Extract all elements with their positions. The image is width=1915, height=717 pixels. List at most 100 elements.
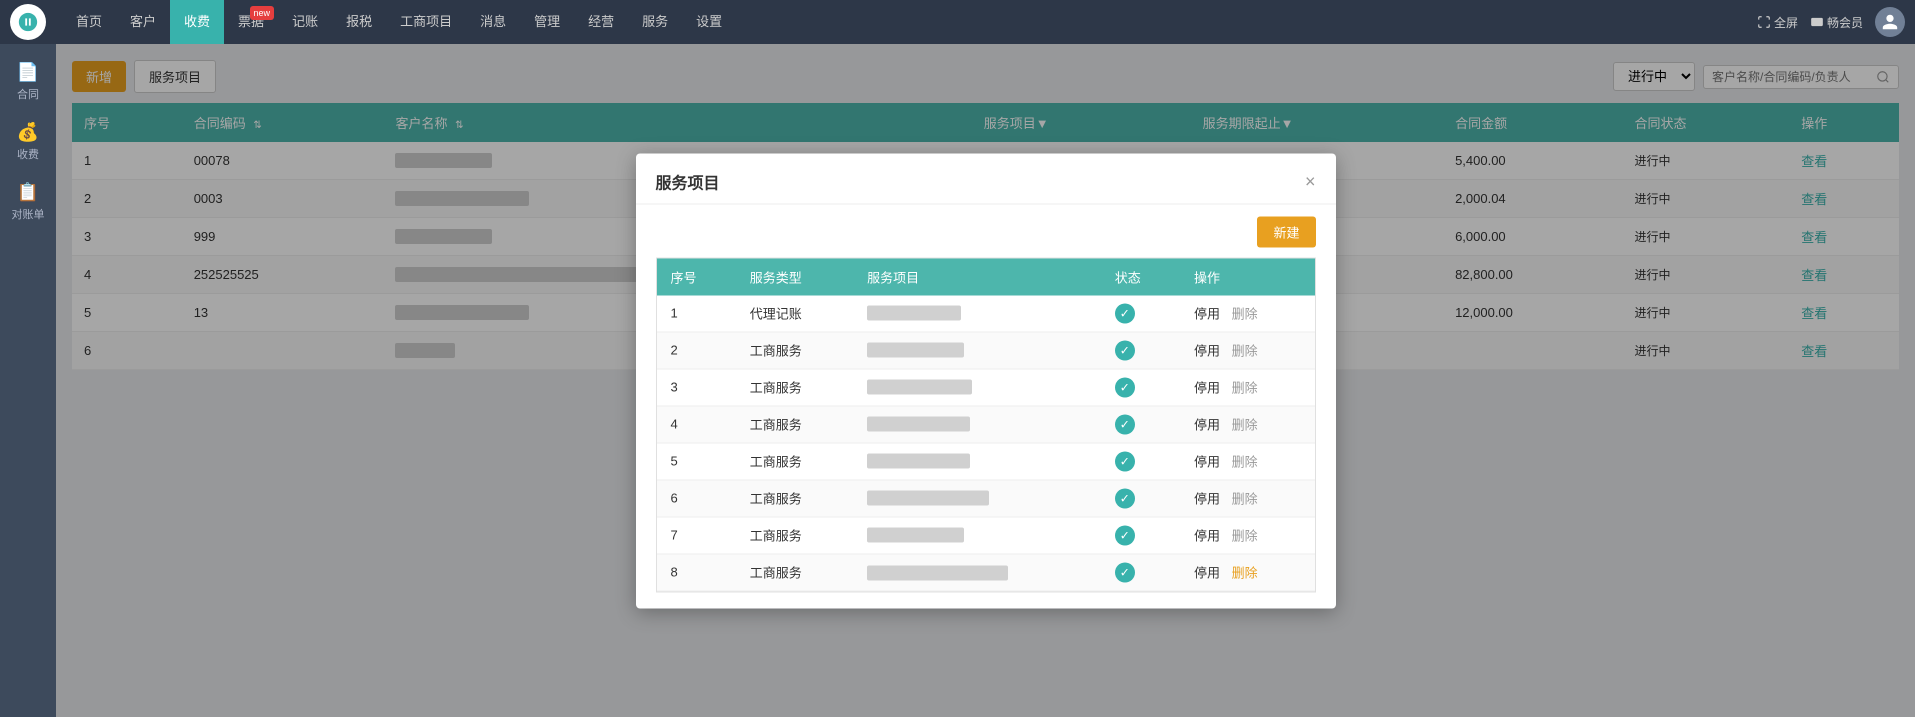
nav-settings[interactable]: 设置 — [682, 0, 736, 44]
status-active-icon: ✓ — [1115, 414, 1135, 434]
modal-cell-status: ✓ — [1101, 369, 1180, 406]
fullscreen-btn[interactable]: 全屏 — [1757, 14, 1798, 31]
delete-action-button[interactable]: 删除 — [1232, 529, 1258, 544]
sidebar-item-contract[interactable]: 📄 合同 — [3, 54, 53, 110]
stop-action-button[interactable]: 停用 — [1194, 418, 1220, 433]
stop-action-button[interactable]: 停用 — [1194, 492, 1220, 507]
modal-cell-seq: 7 — [657, 517, 736, 554]
modal-cell-type: 工商服务 — [736, 369, 853, 406]
delete-action-button[interactable]: 删除 — [1232, 307, 1258, 322]
status-active-icon: ✓ — [1115, 525, 1135, 545]
nav-tax[interactable]: 报税 — [332, 0, 386, 44]
modal-cell-type: 工商服务 — [736, 406, 853, 443]
modal-col-status: 状态 — [1101, 258, 1180, 295]
list-item: 8 工商服务 ████注册 ✓ 停用 删除 — [657, 554, 1315, 591]
delete-action-button[interactable]: 删除 — [1232, 418, 1258, 433]
status-active-icon: ✓ — [1115, 562, 1135, 582]
modal-table-wrap: 序号 服务类型 服务项目 状态 操作 1 代理记账 ████1 ✓ 停用 — [656, 257, 1316, 592]
user-avatar[interactable] — [1875, 7, 1905, 37]
stop-action-button[interactable]: 停用 — [1194, 529, 1220, 544]
modal-cell-item: ████ — [853, 369, 1101, 406]
status-active-icon: ✓ — [1115, 340, 1135, 360]
main-content-area: 新增 服务项目 进行中 已结束 全部 序号 — [56, 44, 1915, 717]
status-active-icon: ✓ — [1115, 451, 1135, 471]
list-item: 4 工商服务 ████ ✓ 停用 删除 — [657, 406, 1315, 443]
nav-right: 全屏 畅会员 — [1757, 7, 1905, 37]
modal-cell-seq: 3 — [657, 369, 736, 406]
modal-col-type: 服务类型 — [736, 258, 853, 295]
modal-cell-seq: 1 — [657, 295, 736, 332]
modal-cell-status: ✓ — [1101, 443, 1180, 480]
sidebar-item-billing[interactable]: 💰 收费 — [3, 114, 53, 170]
modal-cell-type: 工商服务 — [736, 480, 853, 517]
nav-home[interactable]: 首页 — [62, 0, 116, 44]
list-item: 3 工商服务 ████ ✓ 停用 删除 — [657, 369, 1315, 406]
modal-cell-status: ✓ — [1101, 295, 1180, 332]
modal-close-button[interactable]: × — [1305, 172, 1316, 190]
nav-invoice[interactable]: 票据 new — [224, 0, 278, 44]
modal-new-button[interactable]: 新建 — [1257, 216, 1315, 247]
list-item: 6 工商服务 ████████ ✓ 停用 删除 — [657, 480, 1315, 517]
nav-message[interactable]: 消息 — [466, 0, 520, 44]
modal-cell-actions: 停用 删除 — [1180, 406, 1314, 443]
modal-cell-status: ✓ — [1101, 406, 1180, 443]
modal-col-action: 操作 — [1180, 258, 1314, 295]
nav-billing[interactable]: 收费 — [170, 0, 224, 44]
billing-icon: 💰 — [17, 122, 39, 143]
stop-action-button[interactable]: 停用 — [1194, 381, 1220, 396]
modal-cell-item: ████ — [853, 443, 1101, 480]
sidebar-item-statement[interactable]: 📋 对账单 — [3, 174, 53, 230]
nav-bookkeeping[interactable]: 记账 — [278, 0, 332, 44]
modal-body: 新建 序号 服务类型 服务项目 状态 操作 — [636, 204, 1336, 608]
delete-action-button[interactable]: 删除 — [1232, 344, 1258, 359]
left-sidebar: 📄 合同 💰 收费 📋 对账单 — [0, 44, 56, 717]
nav-customer[interactable]: 客户 — [116, 0, 170, 44]
modal-col-item: 服务项目 — [853, 258, 1101, 295]
modal-cell-actions: 停用 删除 — [1180, 443, 1314, 480]
app-logo — [10, 4, 46, 40]
modal-cell-actions: 停用 删除 — [1180, 554, 1314, 591]
service-items-modal: 服务项目 × 新建 序号 服务类型 服务项目 状态 — [636, 153, 1336, 608]
modal-cell-type: 工商服务 — [736, 443, 853, 480]
service-items-table: 序号 服务类型 服务项目 状态 操作 1 代理记账 ████1 ✓ 停用 — [657, 258, 1315, 591]
modal-cell-type: 代理记账 — [736, 295, 853, 332]
stop-action-button[interactable]: 停用 — [1194, 344, 1220, 359]
modal-cell-actions: 停用 删除 — [1180, 480, 1314, 517]
stop-action-button[interactable]: 停用 — [1194, 455, 1220, 470]
modal-cell-item: ████ — [853, 332, 1101, 369]
new-badge: new — [250, 6, 275, 20]
modal-header: 服务项目 × — [636, 153, 1336, 204]
delete-action-button[interactable]: 删除 — [1232, 492, 1258, 507]
modal-cell-item: ████ — [853, 406, 1101, 443]
modal-cell-status: ✓ — [1101, 480, 1180, 517]
delete-action-button[interactable]: 删除 — [1232, 381, 1258, 396]
nav-manage[interactable]: 管理 — [520, 0, 574, 44]
nav-operation[interactable]: 经营 — [574, 0, 628, 44]
nav-service[interactable]: 服务 — [628, 0, 682, 44]
modal-cell-item: ████ — [853, 517, 1101, 554]
modal-cell-actions: 停用 删除 — [1180, 295, 1314, 332]
contract-icon: 📄 — [17, 62, 39, 83]
delete-action-button[interactable]: 删除 — [1232, 455, 1258, 470]
stop-action-button[interactable]: 停用 — [1194, 566, 1220, 581]
member-btn[interactable]: 畅会员 — [1810, 14, 1863, 31]
modal-cell-actions: 停用 删除 — [1180, 369, 1314, 406]
list-item: 7 工商服务 ████ ✓ 停用 删除 — [657, 517, 1315, 554]
modal-cell-seq: 6 — [657, 480, 736, 517]
sidebar-item-label: 对账单 — [12, 206, 45, 222]
modal-cell-item: ████注册 — [853, 554, 1101, 591]
modal-cell-status: ✓ — [1101, 332, 1180, 369]
modal-col-seq: 序号 — [657, 258, 736, 295]
list-item: 5 工商服务 ████ ✓ 停用 删除 — [657, 443, 1315, 480]
status-active-icon: ✓ — [1115, 377, 1135, 397]
modal-cell-item: ████1 — [853, 295, 1101, 332]
delete-action-button[interactable]: 删除 — [1232, 566, 1258, 581]
modal-cell-type: 工商服务 — [736, 517, 853, 554]
list-item: 1 代理记账 ████1 ✓ 停用 删除 — [657, 295, 1315, 332]
stop-action-button[interactable]: 停用 — [1194, 307, 1220, 322]
modal-title: 服务项目 — [656, 169, 720, 193]
modal-cell-status: ✓ — [1101, 517, 1180, 554]
nav-biz-project[interactable]: 工商项目 — [386, 0, 466, 44]
modal-cell-actions: 停用 删除 — [1180, 517, 1314, 554]
list-item: 2 工商服务 ████ ✓ 停用 删除 — [657, 332, 1315, 369]
